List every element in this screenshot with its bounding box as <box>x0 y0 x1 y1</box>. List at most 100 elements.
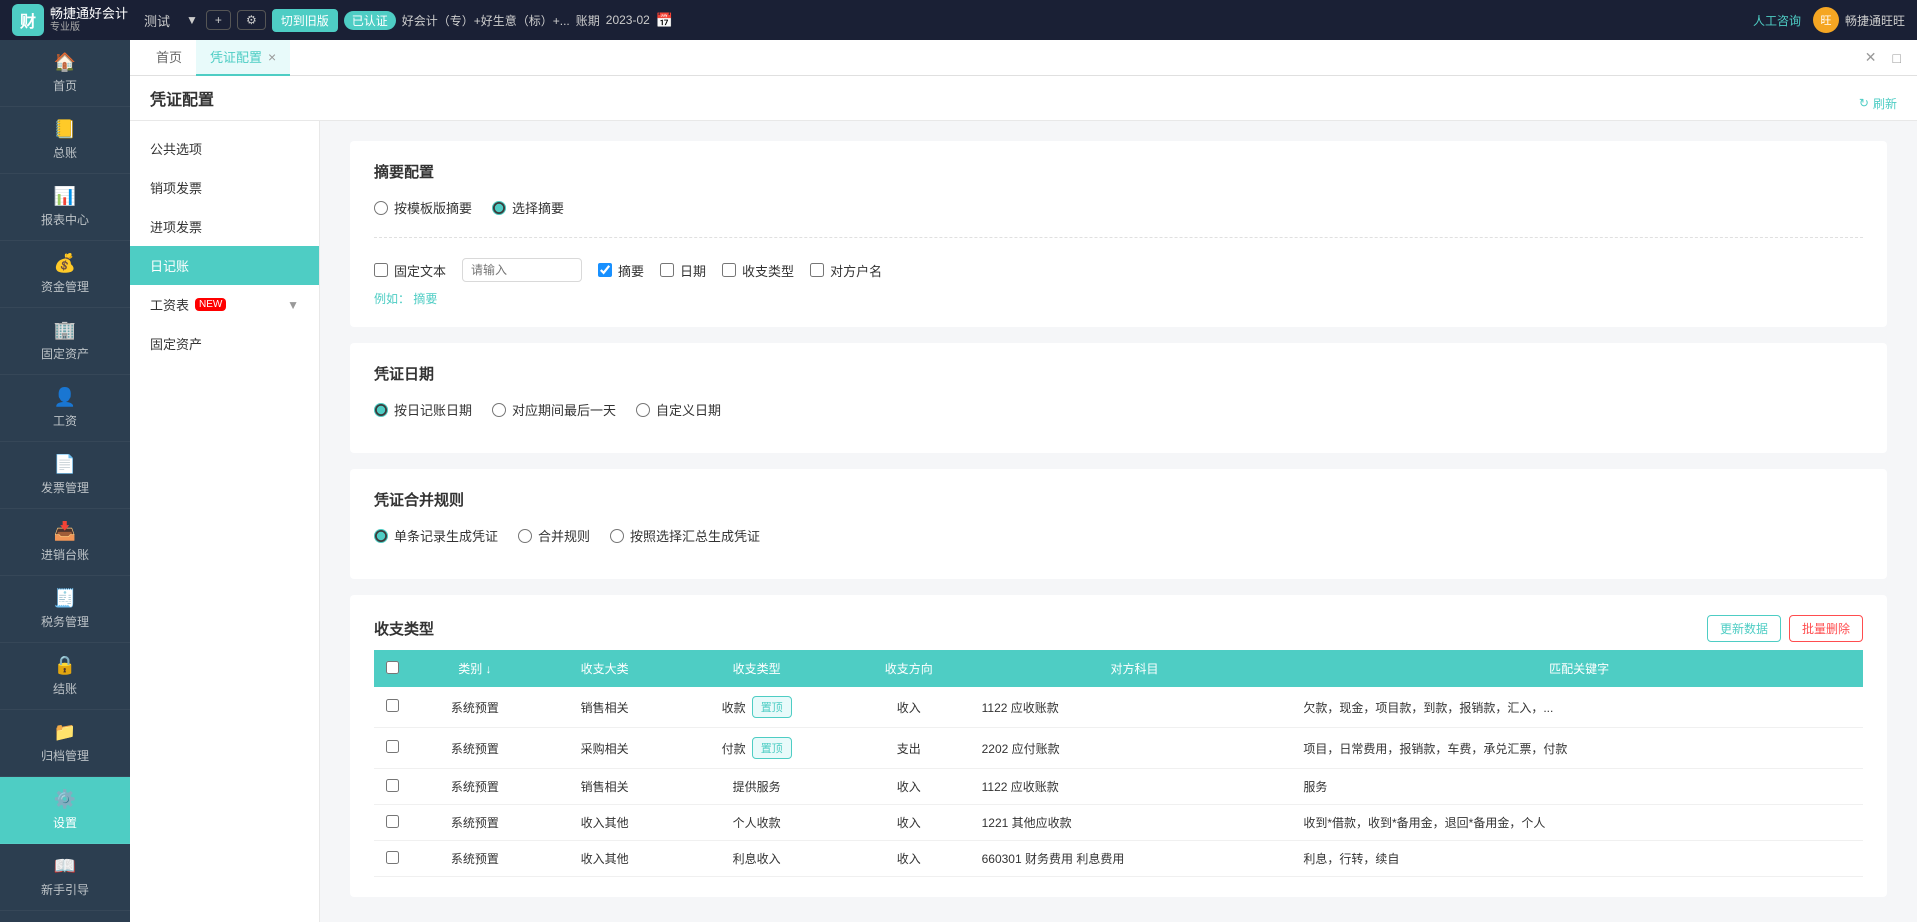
sidebar-item-home[interactable]: 🏠 首页 <box>0 40 130 107</box>
tab-home[interactable]: 首页 <box>142 40 196 76</box>
radio-template[interactable]: 按模板版摘要 <box>374 198 472 217</box>
radio-journal-date[interactable]: 按日记账日期 <box>374 400 472 419</box>
checkbox-row: 固定文本 摘要 日期 <box>374 258 1863 282</box>
help-link[interactable]: 人工咨询 <box>1753 12 1801 29</box>
avatar: 旺 <box>1813 7 1839 33</box>
radio-template-input[interactable] <box>374 201 388 215</box>
new-badge: NEW <box>195 298 226 311</box>
radio-merge[interactable]: 合并规则 <box>518 526 590 545</box>
summary-radio-group: 按模板版摘要 选择摘要 <box>374 198 1863 217</box>
checkbox-counterparty-input[interactable] <box>810 263 824 277</box>
row-checkbox[interactable] <box>386 851 399 864</box>
sidebar-item-funds[interactable]: 💰 资金管理 <box>0 241 130 308</box>
row-checkbox[interactable] <box>386 699 399 712</box>
row-checkbox[interactable] <box>386 779 399 792</box>
row-account: 1122 应收账款 <box>974 687 1296 728</box>
sidebar-item-label: 设置 <box>53 814 77 831</box>
row-keywords: 收到*借款，收到*备用金，退回*备用金，个人 <box>1295 805 1863 841</box>
fixed-text-input[interactable] <box>462 258 582 282</box>
checkbox-summary-input[interactable] <box>598 263 612 277</box>
summary-config-section: 摘要配置 按模板版摘要 选择摘要 <box>350 141 1887 327</box>
batch-delete-button[interactable]: 批量删除 <box>1789 615 1863 642</box>
row-checkbox[interactable] <box>386 740 399 753</box>
radio-custom-date[interactable]: 自定义日期 <box>636 400 721 419</box>
row-sub-type: 利息收入 <box>670 841 844 877</box>
top-badge-button[interactable]: 置顶 <box>752 696 792 718</box>
checkbox-date[interactable]: 日期 <box>660 261 706 280</box>
radio-custom-date-input[interactable] <box>636 403 650 417</box>
row-account: 660301 财务费用 利息费用 <box>974 841 1296 877</box>
row-main-type: 采购相关 <box>540 728 670 769</box>
checkbox-fixed-text-input[interactable] <box>374 263 388 277</box>
tab-close-icon[interactable]: × <box>268 49 276 65</box>
config-nav-item-journal[interactable]: 日记账 <box>130 246 319 285</box>
select-all-checkbox[interactable] <box>386 661 399 674</box>
sidebar-item-purchase-sales[interactable]: 📥 进销台账 <box>0 509 130 576</box>
voucher-date-title: 凭证日期 <box>374 363 1863 384</box>
dropdown-arrow-icon[interactable]: ▼ <box>186 13 198 27</box>
radio-summary[interactable]: 按照选择汇总生成凭证 <box>610 526 760 545</box>
row-direction: 收入 <box>844 841 974 877</box>
arrow-icon: ▼ <box>287 298 299 312</box>
sidebar-item-payroll[interactable]: 👤 工资 <box>0 375 130 442</box>
add-button[interactable]: + <box>206 10 231 30</box>
sidebar-item-label: 税务管理 <box>41 613 89 630</box>
config-nav-item-purchase-invoice[interactable]: 进项发票 <box>130 207 319 246</box>
row-checkbox-cell <box>374 805 410 841</box>
user-name: 畅捷通旺旺 <box>1845 12 1905 29</box>
config-nav-item-sales-invoice[interactable]: 销项发票 <box>130 168 319 207</box>
radio-last-day-input[interactable] <box>492 403 506 417</box>
checkbox-income-type-input[interactable] <box>722 263 736 277</box>
sidebar-item-label: 固定资产 <box>41 345 89 362</box>
refresh-button[interactable]: ↻ 刷新 <box>1859 95 1897 112</box>
sidebar-item-assets[interactable]: 🏢 固定资产 <box>0 308 130 375</box>
radio-select-input[interactable] <box>492 201 506 215</box>
radio-single[interactable]: 单条记录生成凭证 <box>374 526 498 545</box>
checkbox-summary[interactable]: 摘要 <box>598 261 644 280</box>
sidebar-item-archive[interactable]: 📁 归档管理 <box>0 710 130 777</box>
sidebar-item-ledger[interactable]: 📒 总账 <box>0 107 130 174</box>
sidebar-item-guide[interactable]: 📖 新手引导 <box>0 844 130 911</box>
switch-version-button[interactable]: 切到旧版 <box>272 9 338 32</box>
sidebar-item-label: 资金管理 <box>41 278 89 295</box>
radio-journal-date-input[interactable] <box>374 403 388 417</box>
sidebar-item-settlement[interactable]: 🔒 结账 <box>0 643 130 710</box>
window-restore-button[interactable]: □ <box>1889 47 1905 68</box>
top-badge-button[interactable]: 置顶 <box>752 737 792 759</box>
refresh-icon: ↻ <box>1859 96 1869 110</box>
config-nav-item-payroll-table[interactable]: 工资表 NEW ▼ <box>130 285 319 324</box>
radio-single-input[interactable] <box>374 529 388 543</box>
voucher-date-section: 凭证日期 按日记账日期 对应期间最后一天 <box>350 343 1887 453</box>
row-keywords: 欠款，现金，项目款，到款，报销款，汇入，... <box>1295 687 1863 728</box>
update-data-button[interactable]: 更新数据 <box>1707 615 1781 642</box>
checkbox-income-type[interactable]: 收支类型 <box>722 261 794 280</box>
radio-merge-input[interactable] <box>518 529 532 543</box>
sidebar-item-settings[interactable]: ⚙️ 设置 <box>0 777 130 844</box>
table-row: 系统预置 采购相关 付款置顶 支出 2202 应付账款 项目，日常费用，报销款，… <box>374 728 1863 769</box>
config-nav-item-fixed-assets[interactable]: 固定资产 <box>130 324 319 363</box>
row-checkbox-cell <box>374 841 410 877</box>
sidebar-item-label: 工资 <box>53 412 77 429</box>
sidebar-item-tax[interactable]: 🧾 税务管理 <box>0 576 130 643</box>
window-close-button[interactable]: ✕ <box>1861 47 1881 68</box>
sidebar-item-member[interactable]: 👑 畅会员 <box>0 911 130 922</box>
checkbox-date-input[interactable] <box>660 263 674 277</box>
sidebar-item-invoice[interactable]: 📄 发票管理 <box>0 442 130 509</box>
tab-voucher-config[interactable]: 凭证配置 × <box>196 40 290 76</box>
calendar-icon[interactable]: 📅 <box>656 12 673 29</box>
row-direction: 支出 <box>844 728 974 769</box>
checkbox-fixed-text[interactable]: 固定文本 <box>374 261 446 280</box>
radio-select[interactable]: 选择摘要 <box>492 198 564 217</box>
radio-summary-input[interactable] <box>610 529 624 543</box>
config-nav-item-public[interactable]: 公共选项 <box>130 129 319 168</box>
table-title: 收支类型 <box>374 618 434 639</box>
invoice-icon: 📄 <box>54 454 76 475</box>
row-checkbox[interactable] <box>386 815 399 828</box>
row-keywords: 服务 <box>1295 769 1863 805</box>
row-direction: 收入 <box>844 687 974 728</box>
settings-button[interactable]: ⚙ <box>237 10 266 30</box>
radio-last-day[interactable]: 对应期间最后一天 <box>492 400 616 419</box>
sidebar-item-reports[interactable]: 📊 报表中心 <box>0 174 130 241</box>
content-area: 首页 凭证配置 × ✕ □ 凭证配置 ↻ 刷新 <box>130 40 1917 922</box>
checkbox-counterparty[interactable]: 对方户名 <box>810 261 882 280</box>
